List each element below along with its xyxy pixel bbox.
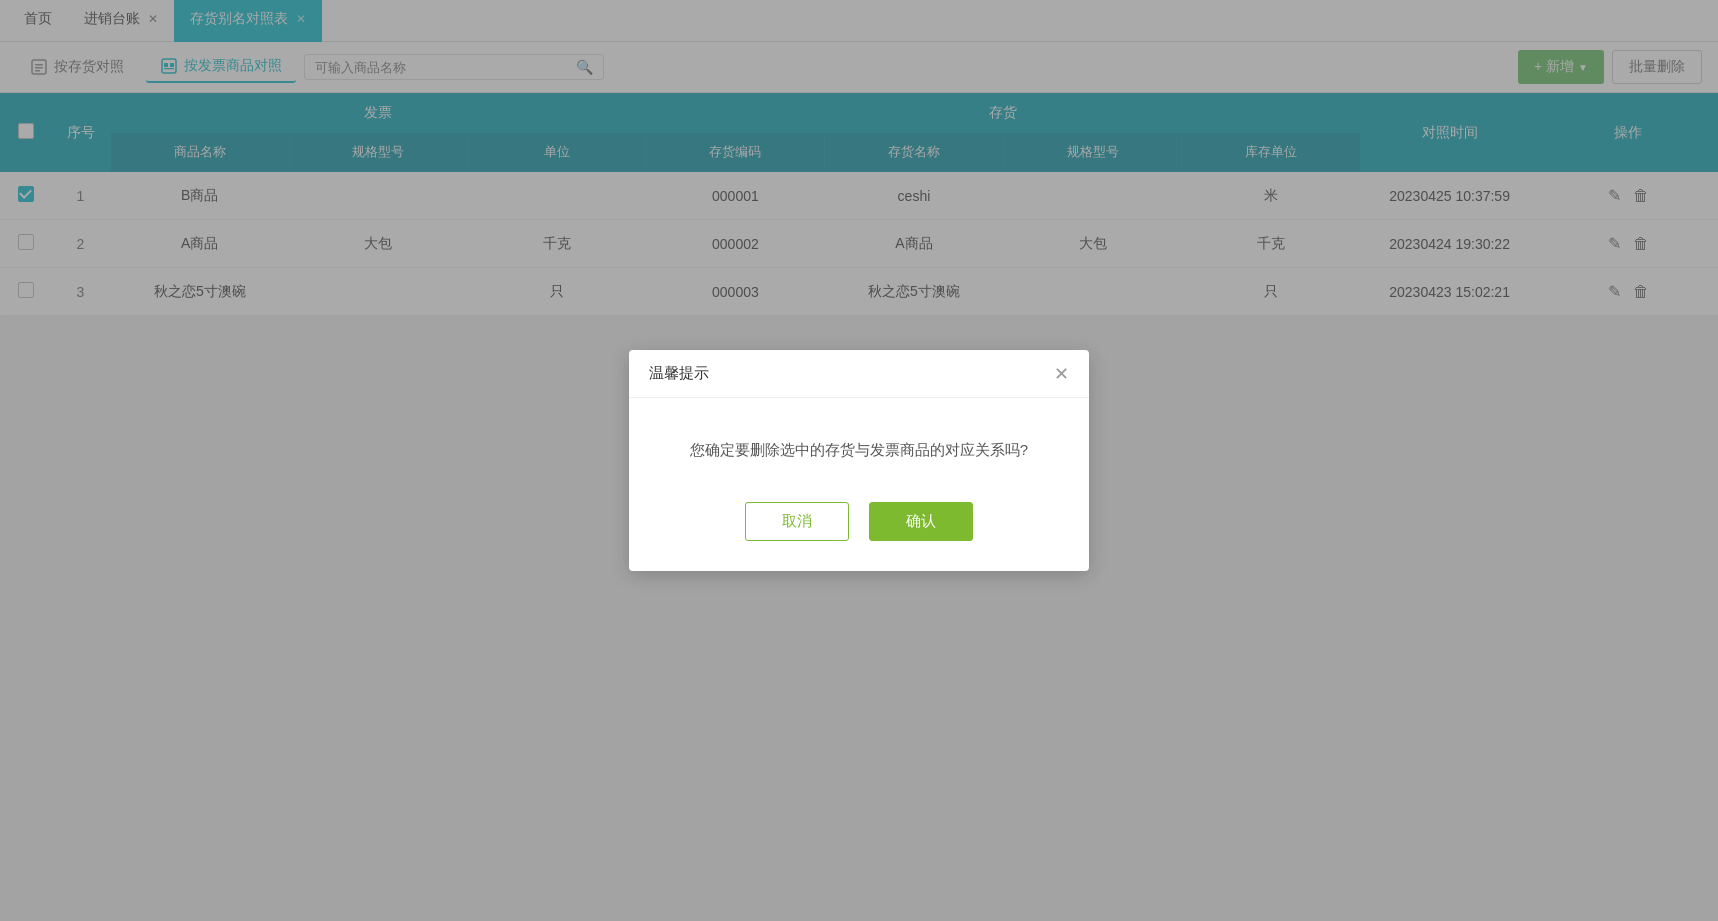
modal-overlay: 温馨提示 ✕ 您确定要删除选中的存货与发票商品的对应关系吗? 取消 确认 xyxy=(0,0,1718,316)
